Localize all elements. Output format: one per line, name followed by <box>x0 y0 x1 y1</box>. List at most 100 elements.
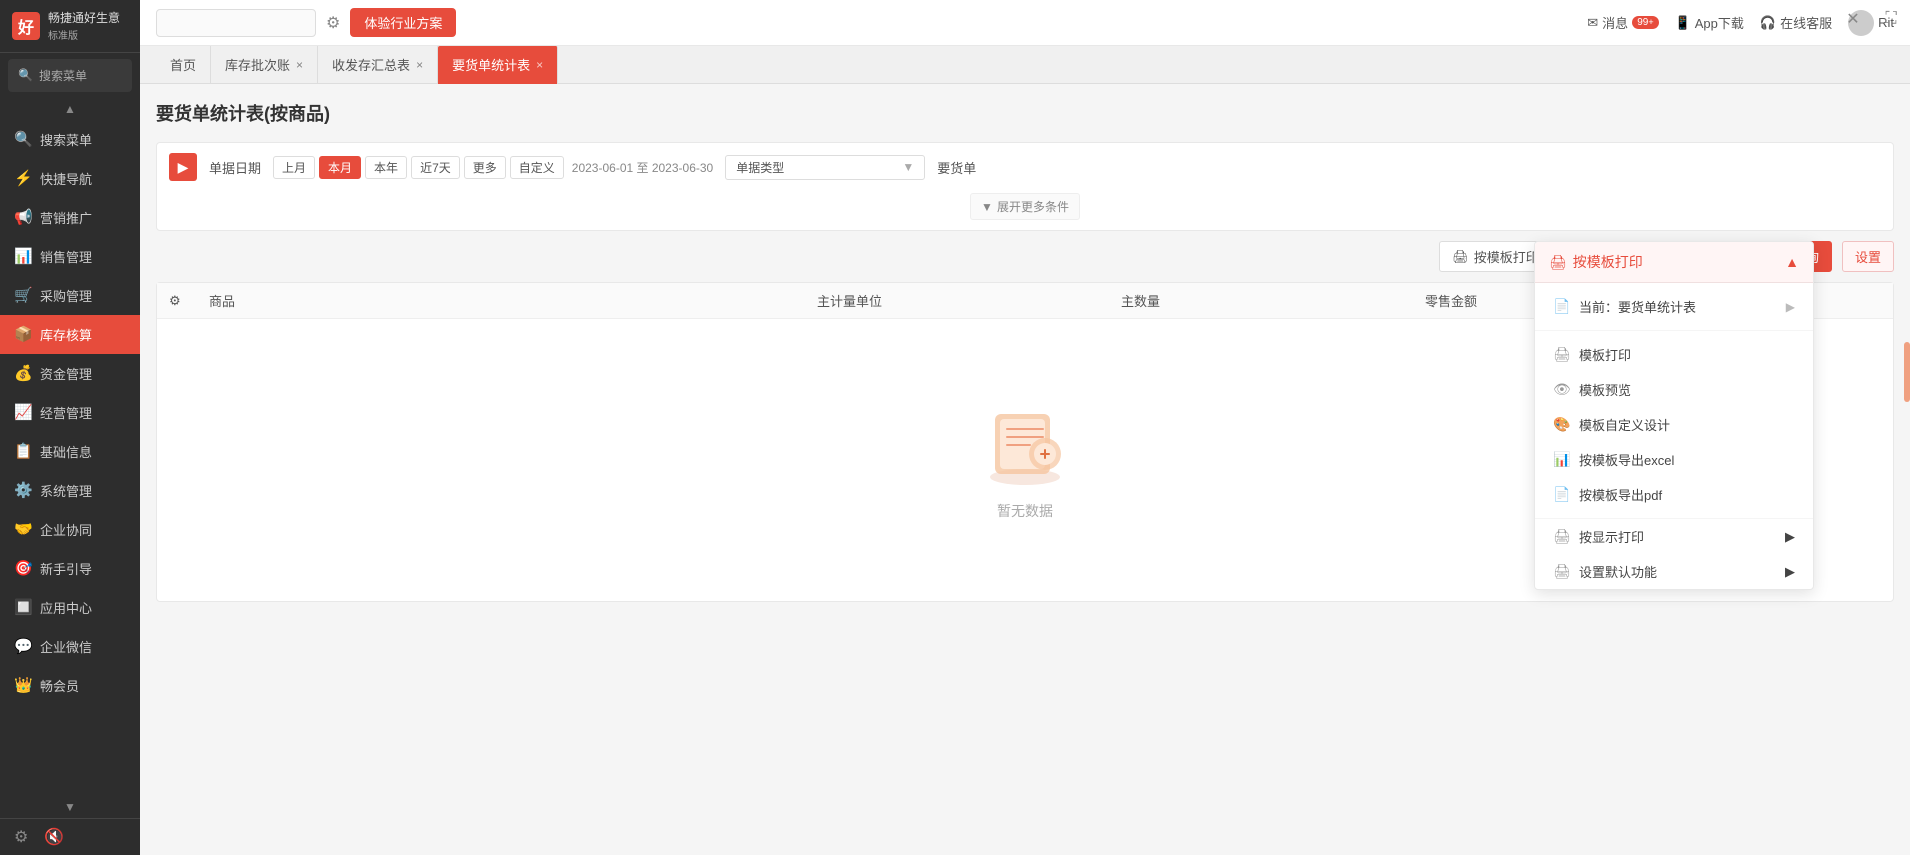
window-expand-btn[interactable]: ⛶ <box>1872 0 1910 38</box>
prev-month-btn[interactable]: 上月 <box>273 156 315 179</box>
expand-more-btn[interactable]: ▼ 展开更多条件 <box>970 193 1080 220</box>
template-excel-icon: 📊 <box>1553 451 1569 468</box>
print-icon: 🖨 <box>1452 249 1469 265</box>
current-month-btn[interactable]: 本月 <box>319 156 361 179</box>
online-service-label: 在线客服 <box>1780 13 1832 32</box>
print-dropdown-panel: 🖨 按模板打印 ▲ 📄 当前：要货单统计表 ▶ <box>1534 241 1814 590</box>
purchase-nav-label: 采购管理 <box>40 286 92 305</box>
collection-tab-label: 收发存汇总表 <box>332 55 410 74</box>
print-label: 按模板打印 <box>1474 247 1539 266</box>
sidebar-item-purchase[interactable]: 🛒采购管理 <box>0 276 140 315</box>
current-label: 当前：要货单统计表 <box>1579 297 1776 316</box>
resize-handle[interactable] <box>1904 342 1910 402</box>
operation-nav-icon: 📈 <box>14 403 32 421</box>
date-label: 单据日期 <box>209 158 261 177</box>
template-preview-label: 模板预览 <box>1579 380 1795 399</box>
settings-btn[interactable]: 设置 <box>1842 241 1894 272</box>
sidebar-item-shortcut[interactable]: ⚡快捷导航 <box>0 159 140 198</box>
tab-home[interactable]: 首页 <box>156 46 211 84</box>
dropdown-item-template-design[interactable]: 🎨模板自定义设计 <box>1535 407 1813 442</box>
guide-nav-label: 新手引导 <box>40 559 92 578</box>
search-menu[interactable]: 🔍 搜索菜单 <box>8 59 132 92</box>
col-unit: 主计量单位 <box>817 291 1121 310</box>
online-service-btn[interactable]: 🎧 在线客服 <box>1760 13 1832 32</box>
scroll-down-btn[interactable]: ▼ <box>0 796 140 818</box>
sidebar-item-operation[interactable]: 📈 经营管理 <box>0 393 140 432</box>
basic-nav-icon: 📋 <box>14 442 32 460</box>
system-nav-label: 系统管理 <box>40 481 92 500</box>
sidebar-item-guide[interactable]: 🎯新手引导 <box>0 549 140 588</box>
tab-collection[interactable]: 收发存汇总表 × <box>318 46 438 84</box>
action-bar: 🖨 按模板打印 ▲ ↑ 导出 ↺ 刷新 ... 查询 设置 <box>156 241 1894 272</box>
custom-btn[interactable]: 自定义 <box>510 156 564 179</box>
dropdown-current-section: 📄 当前：要货单统计表 ▶ <box>1535 283 1813 331</box>
topbar-search-input[interactable] <box>156 9 316 37</box>
dropdown-item-template-excel[interactable]: 📊按模板导出excel <box>1535 442 1813 477</box>
display-print-expand-arrow: ▶ <box>1785 529 1795 545</box>
order-label: 要货单 <box>937 158 976 177</box>
topbar-gear-icon[interactable]: ⚙ <box>326 13 340 33</box>
tab-batch[interactable]: 库存批次账 × <box>211 46 318 84</box>
sales-nav-label: 销售管理 <box>40 247 92 266</box>
template-pdf-label: 按模板导出pdf <box>1579 485 1795 504</box>
dropdown-item-template-preview[interactable]: 👁 模板预览 <box>1535 372 1813 407</box>
more-btn[interactable]: 更多 <box>464 156 506 179</box>
dropdown-expand-section: 🖨 按显示打印 ▶ 🖨设置默认功能▶ <box>1535 519 1813 589</box>
settings-icon[interactable]: ⚙ <box>14 827 28 847</box>
col-qty: 主数量 <box>1121 291 1425 310</box>
trial-btn[interactable]: 体验行业方案 <box>350 8 456 37</box>
search-icon: 🔍 <box>18 68 33 82</box>
message-btn[interactable]: ✉ 消息 99+ <box>1587 13 1658 32</box>
sidebar-item-sales[interactable]: 📊销售管理 <box>0 237 140 276</box>
display-print-expand-icon: 🖨 <box>1553 528 1569 545</box>
app-logo: 好 畅捷通好生意 标准版 <box>0 0 140 53</box>
mute-icon[interactable]: 🔇 <box>44 827 64 847</box>
tab-order-stat[interactable]: 要货单统计表 × <box>438 46 558 84</box>
sidebar-item-weixin[interactable]: 💬企业微信 <box>0 627 140 666</box>
collection-tab-close[interactable]: × <box>416 58 423 72</box>
display-print-expand-label: 按显示打印 <box>1579 527 1644 546</box>
template-print-label: 模板打印 <box>1579 345 1795 364</box>
dropdown-item-template-print[interactable]: 🖨模板打印 <box>1535 337 1813 372</box>
sidebar-item-search[interactable]: 🔍搜索菜单 <box>0 120 140 159</box>
default-func-expand-icon: 🖨 <box>1553 563 1569 580</box>
dropdown-current-item[interactable]: 📄 当前：要货单统计表 ▶ <box>1535 289 1813 324</box>
batch-tab-close[interactable]: × <box>296 58 303 72</box>
appstore-nav-icon: 🔲 <box>14 598 32 616</box>
order-stat-tab-close[interactable]: × <box>536 58 543 72</box>
sidebar-item-basic[interactable]: 📋基础信息 <box>0 432 140 471</box>
col-settings[interactable]: ⚙ <box>169 293 209 309</box>
window-close-btn[interactable]: ✕ <box>1834 0 1872 38</box>
message-label: 消息 <box>1602 13 1628 32</box>
appstore-nav-label: 应用中心 <box>40 598 92 617</box>
template-preview-icon: 👁 <box>1553 381 1569 398</box>
app-badge: 标准版 <box>48 27 120 42</box>
system-nav-icon: ⚙️ <box>14 481 32 499</box>
operation-nav-label: 经营管理 <box>40 403 92 422</box>
filter-expand-icon[interactable]: ▶ <box>169 153 197 181</box>
sidebar-item-member[interactable]: 👑畅会员 <box>0 666 140 705</box>
last7days-btn[interactable]: 近7天 <box>411 156 460 179</box>
filter-bar: ▶ 单据日期 上月 本月 本年 近7天 更多 自定义 2023-06-01 至 … <box>156 142 1894 231</box>
sidebar-item-finance[interactable]: 💰资金管理 <box>0 354 140 393</box>
dropdown-expand-display-print[interactable]: 🖨 按显示打印 ▶ <box>1535 519 1813 554</box>
sidebar-item-collab[interactable]: 🤝企业协同 <box>0 510 140 549</box>
app-download-btn[interactable]: 📱 App下载 <box>1675 13 1744 32</box>
dropdown-expand-default-func[interactable]: 🖨设置默认功能▶ <box>1535 554 1813 589</box>
message-icon: ✉ <box>1587 15 1598 31</box>
dropdown-template-section: 🖨模板打印 👁 模板预览 🎨模板自定义设计📊按模板导出excel📄按模板导出pdf <box>1535 331 1813 519</box>
sidebar-item-system[interactable]: ⚙️ 系统管理 <box>0 471 140 510</box>
current-icon: 📄 <box>1553 298 1569 315</box>
sidebar-item-marketing[interactable]: 📢营销推广 <box>0 198 140 237</box>
app-name: 畅捷通好生意 <box>48 10 120 27</box>
sidebar-item-inventory[interactable]: 📦库存核算 <box>0 315 140 354</box>
dropdown-collapse-btn[interactable]: ▲ <box>1785 254 1799 270</box>
shortcut-nav-label: 快捷导航 <box>40 169 92 188</box>
dropdown-item-template-pdf[interactable]: 📄按模板导出pdf <box>1535 477 1813 512</box>
scroll-up-btn[interactable]: ▲ <box>0 98 140 120</box>
type-select[interactable]: 单据类型 ▼ <box>725 155 925 180</box>
current-year-btn[interactable]: 本年 <box>365 156 407 179</box>
logo-icon: 好 <box>12 12 40 40</box>
sidebar-item-appstore[interactable]: 🔲 应用中心 <box>0 588 140 627</box>
sidebar: 好 畅捷通好生意 标准版 🔍 搜索菜单 ▲ 🔍搜索菜单⚡快捷导航📢营销推广📊销售… <box>0 0 140 855</box>
